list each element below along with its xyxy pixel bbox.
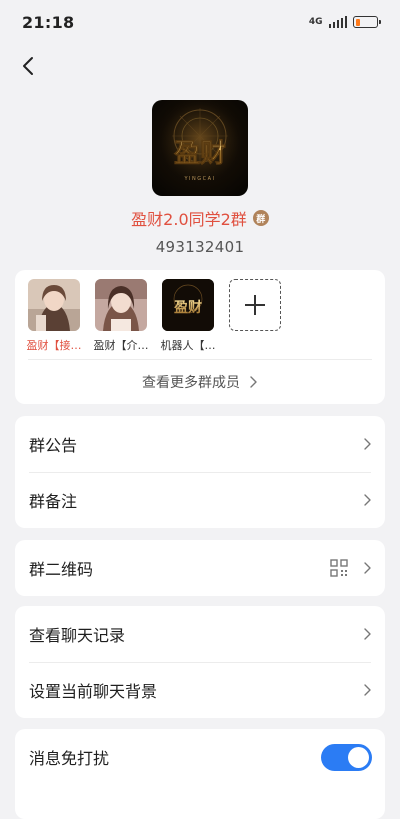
remark-row[interactable]: 群备注 xyxy=(15,472,385,528)
status-icons: 4G xyxy=(308,16,381,28)
dnd-row: 消息免打扰 xyxy=(15,729,385,785)
logo-subtext: YINGCAI xyxy=(183,176,215,182)
group-info-card: 群公告 群备注 xyxy=(15,416,385,528)
history-row[interactable]: 查看聊天记录 xyxy=(15,606,385,662)
remark-label: 群备注 xyxy=(29,492,78,511)
member-avatar xyxy=(28,279,80,331)
toggle-knob xyxy=(348,746,369,768)
member-avatar: 盈财 xyxy=(162,279,214,331)
member-name: 盈财【介… xyxy=(93,339,149,352)
chevron-right-icon xyxy=(364,494,371,506)
history-label: 查看聊天记录 xyxy=(29,626,126,645)
battery-level xyxy=(355,18,360,26)
dnd-label: 消息免打扰 xyxy=(29,749,110,768)
qr-label: 群二维码 xyxy=(29,560,94,579)
background-label: 设置当前聊天背景 xyxy=(29,682,158,701)
member-item[interactable]: 盈财 机器人【… xyxy=(160,279,216,353)
qr-row-right xyxy=(330,559,372,577)
signal-icon xyxy=(328,16,347,28)
member-name: 机器人【… xyxy=(160,339,216,352)
announcement-row[interactable]: 群公告 xyxy=(15,416,385,472)
notification-card: 消息免打扰 xyxy=(15,729,385,819)
announcement-label: 群公告 xyxy=(29,436,78,455)
logo-text: 盈财 xyxy=(173,139,226,169)
chevron-right-icon xyxy=(364,684,371,696)
qr-code-icon xyxy=(330,559,348,577)
status-bar: 21:18 4G xyxy=(0,0,400,44)
back-button[interactable] xyxy=(14,52,42,80)
network-label: 4G xyxy=(308,16,323,27)
chat-settings-card: 查看聊天记录 设置当前聊天背景 xyxy=(15,606,385,718)
chevron-right-icon xyxy=(364,438,371,450)
members-row: 盈财【接… 盈财【介… 盈财 机器人【… xyxy=(15,270,385,353)
member-avatar xyxy=(95,279,147,331)
chevron-right-icon xyxy=(364,562,371,574)
group-header: 盈财 YINGCAI 盈财2.0同学2群 群 493132401 xyxy=(0,100,400,260)
view-more-label: 查看更多群成员 xyxy=(142,375,240,391)
group-avatar[interactable]: 盈财 YINGCAI xyxy=(152,100,248,196)
member-name: 盈财【接… xyxy=(26,339,82,352)
member-item[interactable]: 盈财【介… xyxy=(93,279,149,353)
add-member-item[interactable] xyxy=(229,279,281,353)
group-name[interactable]: 盈财2.0同学2群 xyxy=(131,206,247,230)
qr-card: 群二维码 xyxy=(15,540,385,596)
battery-icon xyxy=(353,16,381,28)
group-id: 493132401 xyxy=(155,238,245,256)
plus-icon xyxy=(245,295,265,315)
chevron-left-icon xyxy=(23,57,33,75)
members-card: 盈财【接… 盈财【介… 盈财 机器人【… 查看更多群成员 xyxy=(15,270,385,404)
view-more-members-button[interactable]: 查看更多群成员 xyxy=(15,360,385,404)
robot-logo-text: 盈财 xyxy=(173,299,202,316)
dnd-toggle[interactable] xyxy=(321,743,372,771)
chevron-right-icon xyxy=(364,628,371,640)
group-name-row: 盈财2.0同学2群 群 xyxy=(0,206,400,230)
status-time: 21:18 xyxy=(22,12,75,32)
qr-row[interactable]: 群二维码 xyxy=(15,540,385,596)
group-logo-image: 盈财 YINGCAI xyxy=(152,100,248,196)
chevron-right-icon xyxy=(250,376,257,388)
group-badge-icon: 群 xyxy=(252,210,269,226)
member-item[interactable]: 盈财【接… xyxy=(26,279,82,353)
add-member-button[interactable] xyxy=(229,279,281,331)
background-row[interactable]: 设置当前聊天背景 xyxy=(15,662,385,718)
